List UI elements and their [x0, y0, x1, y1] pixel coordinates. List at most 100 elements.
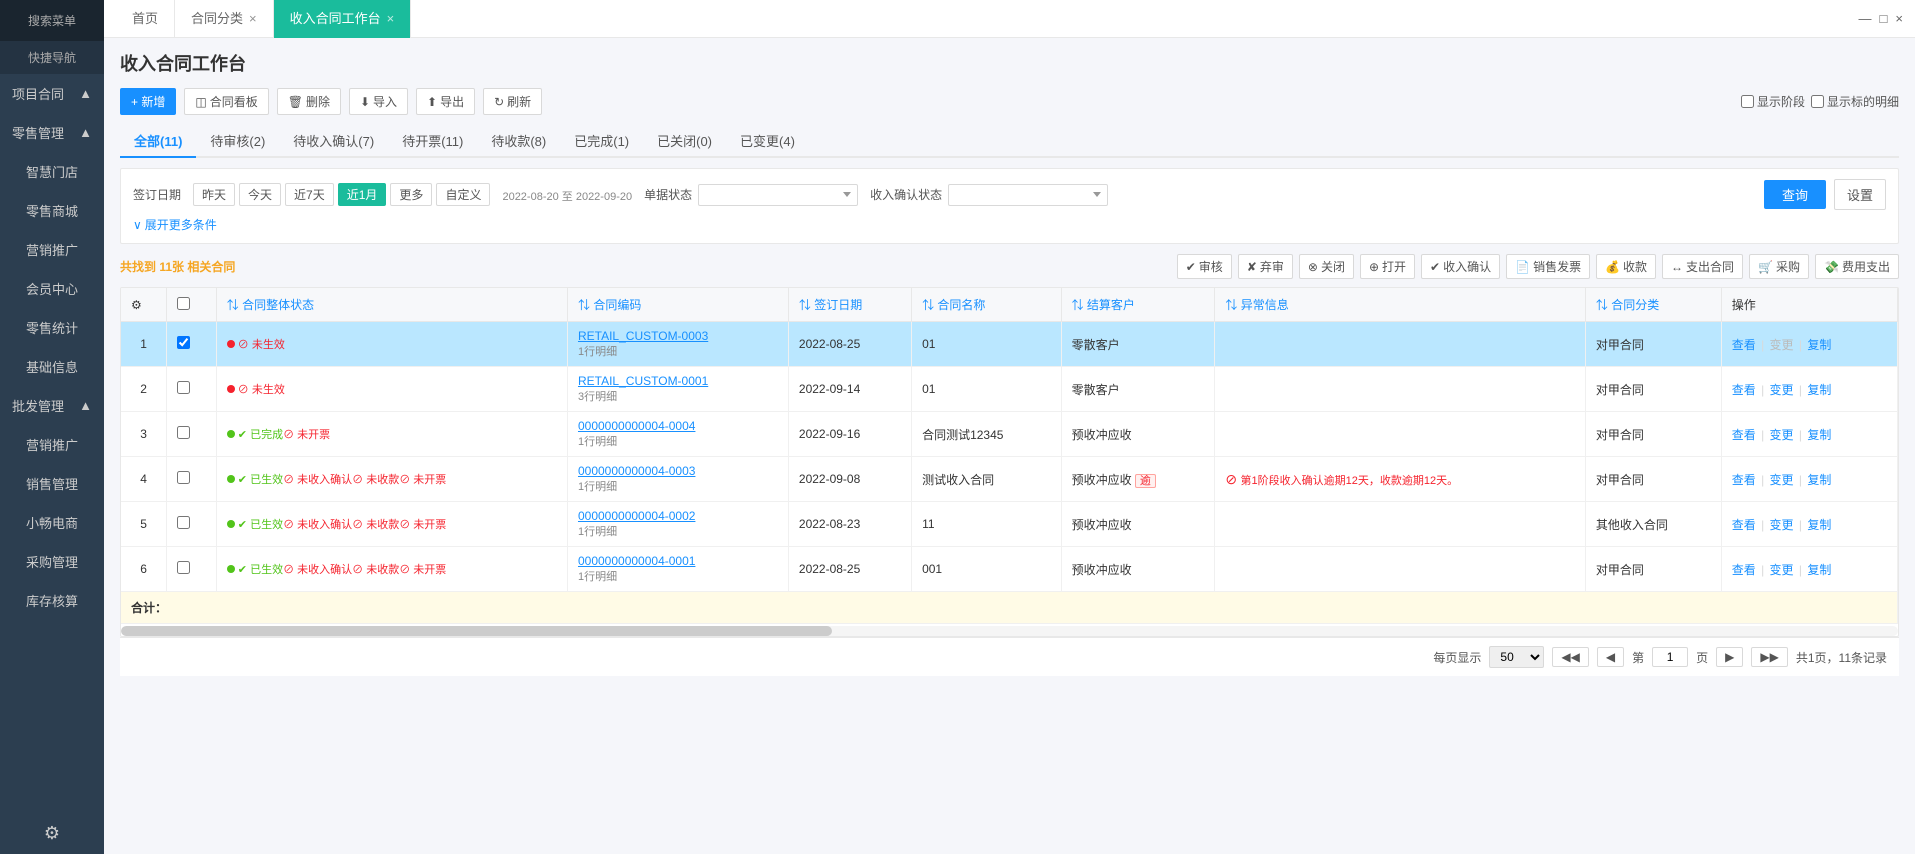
op-变更[interactable]: 变更	[1770, 518, 1794, 532]
tab-contract-category[interactable]: 合同分类×	[175, 0, 274, 38]
action-btn-expense[interactable]: 💸费用支出	[1815, 254, 1899, 279]
sidebar-item-inventory[interactable]: 库存核算	[0, 581, 104, 620]
sub-tab-changed[interactable]: 已变更(4)	[726, 125, 809, 158]
op-查看[interactable]: 查看	[1732, 383, 1756, 397]
refresh-button[interactable]: ↻ 刷新	[483, 88, 542, 115]
action-btn-close[interactable]: ⊗关闭	[1299, 254, 1354, 279]
show-details-checkbox[interactable]: 显示标的明细	[1811, 93, 1899, 110]
table-row[interactable]: 1⊘ 未生效RETAIL_CUSTOM-00031行明细2022-08-2501…	[121, 322, 1898, 367]
first-page-button[interactable]: ◀◀	[1552, 647, 1588, 667]
sidebar-item-retail-mgmt[interactable]: 零售管理▲	[0, 113, 104, 152]
op-复制[interactable]: 复制	[1807, 473, 1831, 487]
cell-checkbox[interactable]	[167, 322, 217, 367]
contract-code-link[interactable]: 0000000000004-0003	[578, 464, 778, 478]
next-page-button[interactable]: ▶	[1716, 647, 1743, 667]
tab-close-contract-category[interactable]: ×	[249, 11, 257, 26]
sidebar-settings[interactable]: ⚙	[0, 813, 104, 854]
sidebar-item-member-center[interactable]: 会员中心	[0, 269, 104, 308]
sidebar-item-retail-mall[interactable]: 零售商城	[0, 191, 104, 230]
cell-checkbox[interactable]	[167, 547, 217, 592]
sidebar-item-project-contract[interactable]: 项目合同▲	[0, 74, 104, 113]
row-checkbox[interactable]	[177, 561, 190, 574]
op-变更[interactable]: 变更	[1770, 428, 1794, 442]
sub-tab-all[interactable]: 全部(11)	[120, 125, 196, 158]
op-变更[interactable]: 变更	[1770, 563, 1794, 577]
col-checkbox[interactable]	[167, 288, 217, 322]
contract-code-link[interactable]: 0000000000004-0004	[578, 419, 778, 433]
page-input[interactable]	[1652, 647, 1688, 667]
op-复制[interactable]: 复制	[1807, 383, 1831, 397]
cell-checkbox[interactable]	[167, 412, 217, 457]
doc-status-select[interactable]	[698, 184, 858, 206]
tab-income-contract[interactable]: 收入合同工作台×	[274, 0, 412, 38]
show-stages-checkbox[interactable]: 显示阶段	[1741, 93, 1805, 110]
row-checkbox[interactable]	[177, 381, 190, 394]
sub-tab-completed[interactable]: 已完成(1)	[560, 125, 643, 158]
setting-button[interactable]: 设置	[1834, 179, 1886, 210]
expand-filter-button[interactable]: ∨ 展开更多条件	[133, 216, 1886, 233]
sidebar-item-purchase-mgmt[interactable]: 采购管理	[0, 542, 104, 581]
sub-tab-pending_payment[interactable]: 待收款(8)	[477, 125, 560, 158]
sidebar-item-wholesale-mgmt[interactable]: 批发管理▲	[0, 386, 104, 425]
sub-tab-pending_confirm[interactable]: 待收入确认(7)	[279, 125, 388, 158]
window-close[interactable]: ×	[1895, 11, 1903, 26]
op-复制[interactable]: 复制	[1807, 428, 1831, 442]
sidebar-item-marketing2[interactable]: 营销推广	[0, 425, 104, 464]
date-btn-last1month[interactable]: 近1月	[338, 183, 387, 206]
import-button[interactable]: ⬇ 导入	[349, 88, 408, 115]
window-minimize[interactable]: —	[1859, 11, 1872, 26]
action-btn-open[interactable]: ⊕打开	[1360, 254, 1415, 279]
table-row[interactable]: 3✔ 已完成⊘ 未开票0000000000004-00041行明细2022-09…	[121, 412, 1898, 457]
cell-checkbox[interactable]	[167, 457, 217, 502]
sub-tab-pending_review[interactable]: 待审核(2)	[196, 125, 279, 158]
table-row[interactable]: 5✔ 已生效⊘ 未收入确认⊘ 未收款⊘ 未开票0000000000004-000…	[121, 502, 1898, 547]
op-查看[interactable]: 查看	[1732, 338, 1756, 352]
contract-code-link[interactable]: 0000000000004-0001	[578, 554, 778, 568]
action-btn-sales_invoice[interactable]: 📄销售发票	[1506, 254, 1590, 279]
date-btn-last7[interactable]: 近7天	[285, 183, 334, 206]
tab-home[interactable]: 首页	[116, 0, 175, 38]
action-btn-review[interactable]: ✔审核	[1177, 254, 1232, 279]
sidebar-item-smart-store[interactable]: 智慧门店	[0, 152, 104, 191]
op-变更[interactable]: 变更	[1770, 473, 1794, 487]
select-all-checkbox[interactable]	[177, 297, 190, 310]
op-查看[interactable]: 查看	[1732, 428, 1756, 442]
row-checkbox[interactable]	[177, 471, 190, 484]
op-查看[interactable]: 查看	[1732, 473, 1756, 487]
sidebar-item-marketing[interactable]: 营销推广	[0, 230, 104, 269]
op-查看[interactable]: 查看	[1732, 563, 1756, 577]
tab-close-income-contract[interactable]: ×	[387, 11, 395, 26]
row-checkbox[interactable]	[177, 516, 190, 529]
contract-code-link[interactable]: 0000000000004-0002	[578, 509, 778, 523]
export-button[interactable]: ⬆ 导出	[416, 88, 475, 115]
cell-checkbox[interactable]	[167, 502, 217, 547]
add-button[interactable]: + 新增	[120, 88, 176, 115]
contract-code-link[interactable]: RETAIL_CUSTOM-0001	[578, 374, 778, 388]
sub-tab-closed[interactable]: 已关闭(0)	[643, 125, 726, 158]
contract-panel-button[interactable]: ◫ 合同看板	[184, 88, 268, 115]
sidebar-item-xiaochang[interactable]: 小畅电商	[0, 503, 104, 542]
op-查看[interactable]: 查看	[1732, 518, 1756, 532]
op-复制[interactable]: 复制	[1807, 518, 1831, 532]
action-btn-purchase[interactable]: 🛒采购	[1749, 254, 1809, 279]
table-row[interactable]: 4✔ 已生效⊘ 未收入确认⊘ 未收款⊘ 未开票0000000000004-000…	[121, 457, 1898, 502]
op-变更[interactable]: 变更	[1770, 383, 1794, 397]
show-stages-input[interactable]	[1741, 95, 1754, 108]
date-btn-yesterday[interactable]: 昨天	[193, 183, 235, 206]
date-btn-more[interactable]: 更多	[390, 183, 432, 206]
row-checkbox[interactable]	[177, 336, 190, 349]
sub-tab-pending_invoice[interactable]: 待开票(11)	[388, 125, 477, 158]
contract-code-link[interactable]: RETAIL_CUSTOM-0003	[578, 329, 778, 343]
action-btn-payout[interactable]: ↔支出合同	[1662, 254, 1743, 279]
date-btn-today[interactable]: 今天	[239, 183, 281, 206]
receipt-confirm-select[interactable]	[948, 184, 1108, 206]
query-button[interactable]: 查询	[1764, 180, 1826, 209]
window-maximize[interactable]: □	[1880, 11, 1888, 26]
horizontal-scrollbar[interactable]	[121, 626, 1898, 636]
action-btn-abandon[interactable]: ✘弃审	[1238, 254, 1293, 279]
date-btn-custom[interactable]: 自定义	[436, 183, 490, 206]
delete-button[interactable]: 🗑 删除	[277, 88, 341, 115]
op-复制[interactable]: 复制	[1807, 338, 1831, 352]
sidebar-search[interactable]: 搜索菜单	[0, 0, 104, 41]
op-复制[interactable]: 复制	[1807, 563, 1831, 577]
